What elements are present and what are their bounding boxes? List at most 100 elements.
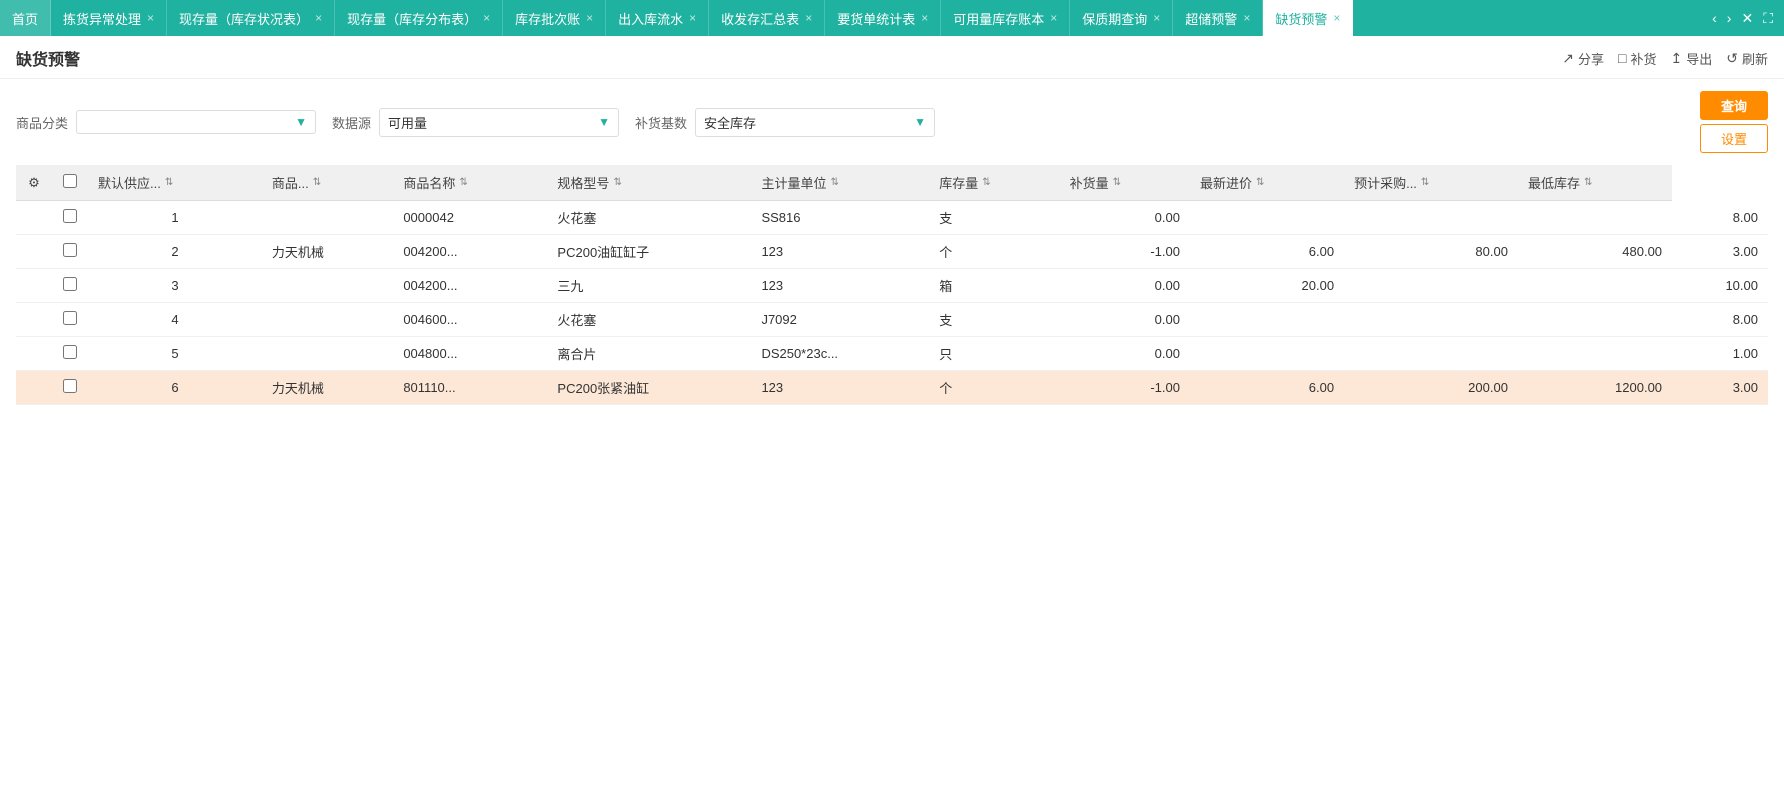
row-checkbox-cell[interactable] [52, 303, 88, 337]
row-name-cell: PC200张紧油缸 [547, 371, 751, 405]
row-checkbox-cell[interactable] [52, 269, 88, 303]
row-unit-cell: 支 [929, 303, 1059, 337]
th-est-purchase[interactable]: 预计采购... ⇅ [1344, 165, 1518, 201]
th-latest-price[interactable]: 最新进价 ⇅ [1190, 165, 1344, 201]
row-min-stock-cell: 3.00 [1672, 235, 1768, 269]
tab-receive-summary-close[interactable]: × [805, 11, 812, 25]
tab-inout-flow-close[interactable]: × [689, 11, 696, 25]
tab-shortage-warning[interactable]: 缺货预警 × [1263, 0, 1353, 36]
row-settings-cell [16, 371, 52, 405]
tab-inventory-status-close[interactable]: × [315, 11, 322, 25]
row-restock-qty-cell: 6.00 [1190, 371, 1344, 405]
row-spec-cell: J7092 [751, 303, 929, 337]
row-min-stock-cell: 10.00 [1672, 269, 1768, 303]
th-spec-label: 规格型号 [557, 173, 609, 192]
table-row: 3 004200... 三九 123 箱 0.00 20.00 10.00 [16, 269, 1768, 303]
th-stock-qty[interactable]: 库存量 ⇅ [929, 165, 1059, 201]
row-restock-qty-cell [1190, 303, 1344, 337]
th-product-code[interactable]: 商品... ⇅ [262, 165, 393, 201]
th-product-name[interactable]: 商品名称 ⇅ [393, 165, 547, 201]
tab-abnormal[interactable]: 拣货异常处理 × [51, 0, 167, 36]
tab-close-btn[interactable]: ✕ [1736, 10, 1758, 27]
row-spec-cell: SS816 [751, 201, 929, 235]
category-chevron-icon: ▼ [295, 115, 307, 129]
th-spec[interactable]: 规格型号 ⇅ [547, 165, 751, 201]
tab-inventory-dist-close[interactable]: × [483, 11, 490, 25]
tab-navigation: ‹ › ✕ ⛶ [1701, 10, 1784, 27]
row-checkbox[interactable] [63, 277, 77, 291]
export-action[interactable]: ↥ 导出 [1671, 49, 1713, 68]
th-default-supplier[interactable]: 默认供应... ⇅ [88, 165, 262, 201]
sort-icon-unit: ⇅ [830, 177, 838, 188]
tab-shortage-warning-close[interactable]: × [1333, 11, 1340, 25]
row-unit-cell: 支 [929, 201, 1059, 235]
row-est-purchase-cell [1518, 337, 1672, 371]
row-checkbox[interactable] [63, 311, 77, 325]
tab-expiry-query-close[interactable]: × [1153, 11, 1160, 25]
th-restock-qty[interactable]: 补货量 ⇅ [1060, 165, 1190, 201]
row-checkbox-cell[interactable] [52, 201, 88, 235]
row-settings-cell [16, 269, 52, 303]
tab-inventory-status-label: 现存量（库存状况表） [179, 9, 309, 28]
tab-batch-account[interactable]: 库存批次账 × [503, 0, 606, 36]
row-spec-cell: 123 [751, 235, 929, 269]
tab-batch-account-close[interactable]: × [586, 11, 593, 25]
row-checkbox[interactable] [63, 243, 77, 257]
tab-expand-btn[interactable]: ⛶ [1758, 10, 1778, 27]
share-action[interactable]: ↗ 分享 [1562, 49, 1604, 68]
tab-inventory-status[interactable]: 现存量（库存状况表） × [167, 0, 335, 36]
tab-inventory-dist-label: 现存量（库存分布表） [347, 9, 477, 28]
restock-base-select[interactable]: 安全库存 ▼ [695, 108, 935, 137]
tab-next-btn[interactable]: › [1722, 10, 1737, 26]
row-num-cell: 1 [88, 201, 262, 235]
table-wrapper: ⚙ 默认供应... ⇅ 商品... [0, 165, 1784, 405]
tab-expiry-query[interactable]: 保质期查询 × [1070, 0, 1173, 36]
th-latest-price-label: 最新进价 [1200, 173, 1252, 192]
th-unit[interactable]: 主计量单位 ⇅ [751, 165, 929, 201]
query-button[interactable]: 查询 [1700, 91, 1768, 120]
row-num-cell: 4 [88, 303, 262, 337]
row-num-cell: 6 [88, 371, 262, 405]
table-row: 2 力天机械 004200... PC200油缸缸子 123 个 -1.00 6… [16, 235, 1768, 269]
datasource-select[interactable]: 可用量 ▼ [379, 108, 619, 137]
row-checkbox-cell[interactable] [52, 371, 88, 405]
th-unit-label: 主计量单位 [761, 173, 826, 192]
row-checkbox-cell[interactable] [52, 337, 88, 371]
select-all-checkbox[interactable] [63, 174, 77, 188]
tab-abnormal-close[interactable]: × [147, 11, 154, 25]
row-num-cell: 3 [88, 269, 262, 303]
tab-receive-summary[interactable]: 收发存汇总表 × [709, 0, 825, 36]
tab-expiry-query-label: 保质期查询 [1082, 9, 1147, 28]
row-checkbox[interactable] [63, 379, 77, 393]
row-unit-cell: 只 [929, 337, 1059, 371]
tab-prev-btn[interactable]: ‹ [1707, 10, 1722, 26]
filter-area: 商品分类 ▼ 数据源 可用量 ▼ 补货基数 安全库存 ▼ 查询 设置 [0, 79, 1784, 165]
tab-overstock-warning[interactable]: 超储预警 × [1173, 0, 1263, 36]
category-select[interactable]: ▼ [76, 110, 316, 134]
tab-available-ledger-close[interactable]: × [1050, 11, 1057, 25]
tab-available-ledger[interactable]: 可用量库存账本 × [941, 0, 1070, 36]
restock-base-filter-label: 补货基数 [635, 113, 687, 132]
row-checkbox[interactable] [63, 209, 77, 223]
tab-inventory-dist[interactable]: 现存量（库存分布表） × [335, 0, 503, 36]
restock-base-chevron-icon: ▼ [914, 115, 926, 129]
filter-buttons: 查询 设置 [1700, 91, 1768, 153]
th-min-stock[interactable]: 最低库存 ⇅ [1518, 165, 1672, 201]
row-settings-cell [16, 303, 52, 337]
tab-home[interactable]: 首页 [0, 0, 51, 36]
tab-inout-flow[interactable]: 出入库流水 × [606, 0, 709, 36]
settings-button[interactable]: 设置 [1700, 124, 1768, 153]
tab-requisition-stat[interactable]: 要货单统计表 × [825, 0, 941, 36]
row-checkbox[interactable] [63, 345, 77, 359]
table-header-row: ⚙ 默认供应... ⇅ 商品... [16, 165, 1768, 201]
tab-requisition-stat-close[interactable]: × [921, 11, 928, 25]
tab-overstock-warning-close[interactable]: × [1243, 11, 1250, 25]
th-checkbox[interactable] [52, 165, 88, 201]
page-title: 缺货预警 [16, 46, 80, 70]
row-unit-cell: 个 [929, 235, 1059, 269]
row-checkbox-cell[interactable] [52, 235, 88, 269]
th-settings[interactable]: ⚙ [16, 165, 52, 201]
gear-icon: ⚙ [28, 175, 40, 191]
refresh-action[interactable]: ↺ 刷新 [1726, 49, 1768, 68]
restock-action[interactable]: □ 补货 [1618, 49, 1656, 68]
